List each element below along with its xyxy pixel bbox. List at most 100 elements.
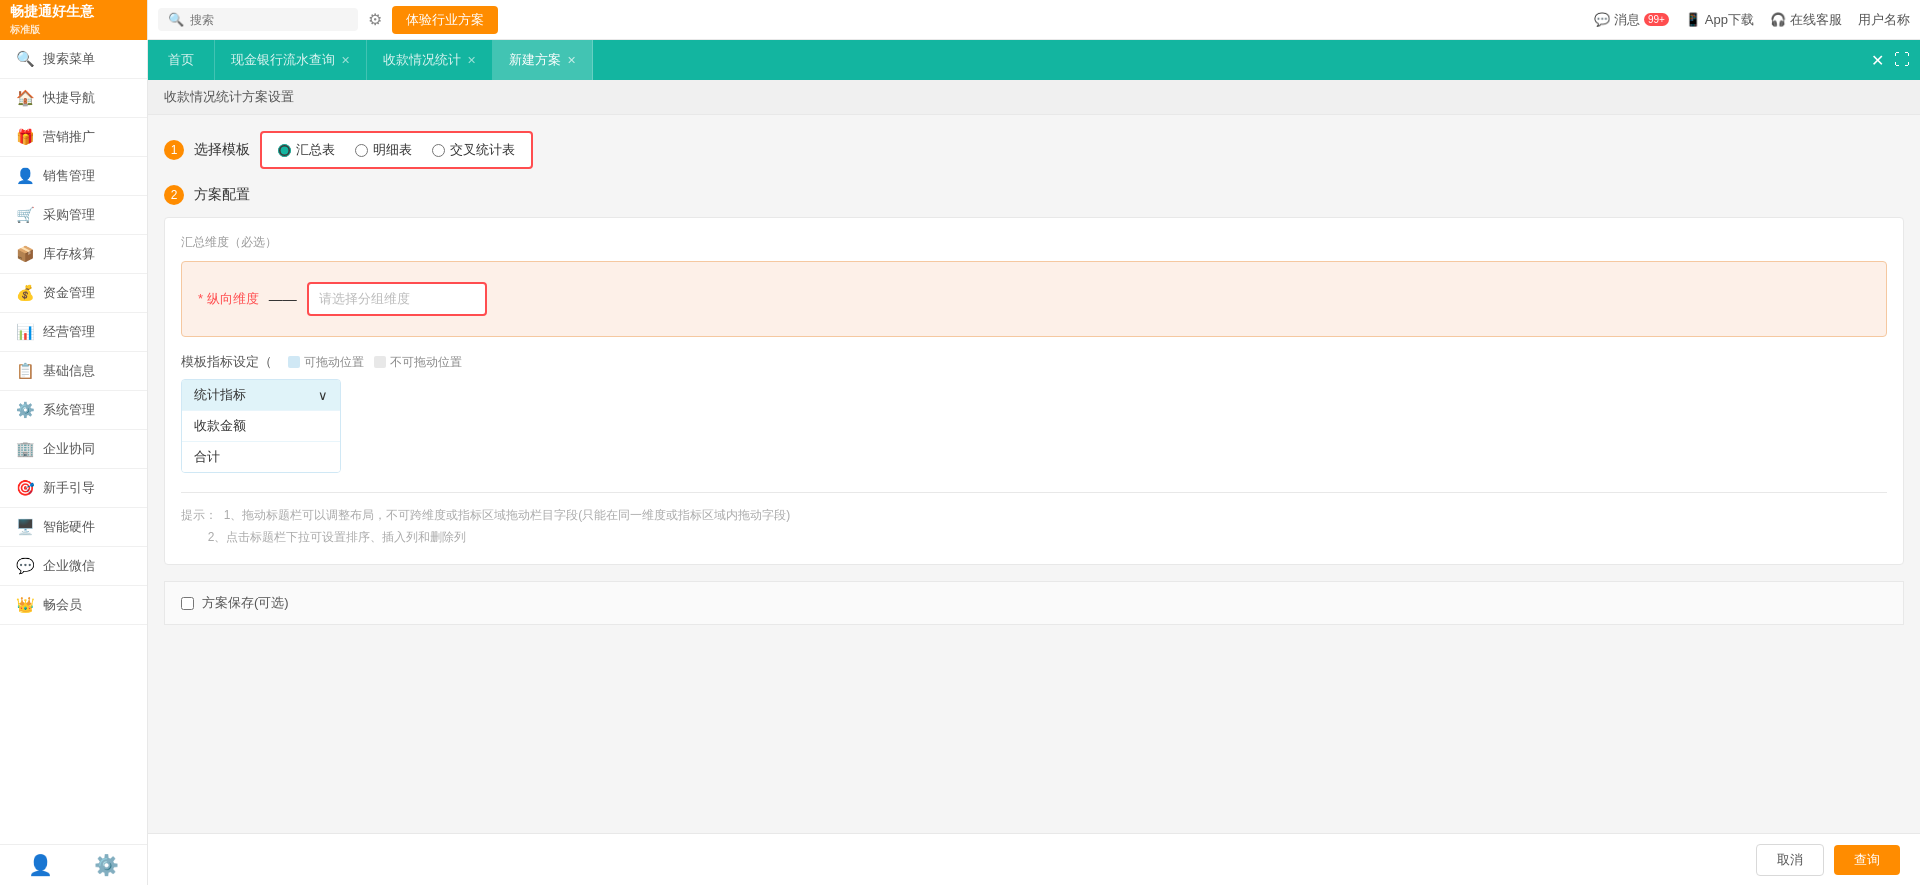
sidebar-item-quick-nav[interactable]: 🏠 快捷导航: [0, 79, 147, 118]
download-button[interactable]: 📱 App下载: [1685, 11, 1754, 29]
radio-summary[interactable]: 汇总表: [278, 141, 335, 159]
tab-cash-bank[interactable]: 现金银行流水查询 ✕: [215, 40, 367, 80]
tab-close-revenue-stats[interactable]: ✕: [467, 54, 476, 67]
sidebar-item-hardware[interactable]: 🖥️智能硬件: [0, 508, 147, 547]
sidebar-item-purchase[interactable]: 🛒采购管理: [0, 196, 147, 235]
metrics-row-0: 收款金额: [182, 410, 340, 441]
sidebar-item-enterprise[interactable]: 🏢 企业协同: [0, 430, 147, 469]
topbar-search-box: 🔍: [158, 8, 358, 31]
plan-save-label: 方案保存(可选): [202, 594, 289, 612]
close-window-icon[interactable]: ✕: [1871, 51, 1884, 70]
sidebar-item-wechat[interactable]: 💬 企业微信: [0, 547, 147, 586]
search-input[interactable]: [190, 13, 330, 27]
radio-detail[interactable]: 明细表: [355, 141, 412, 159]
step1-badge: 1: [164, 140, 184, 160]
download-icon: 📱: [1685, 12, 1701, 27]
sidebar-label-finance: 资金管理: [43, 284, 95, 302]
tab-home[interactable]: 首页: [148, 40, 215, 80]
metrics-legend: 可拖动位置 不可拖动位置: [288, 354, 462, 371]
dimension-select[interactable]: 请选择分组维度: [307, 282, 487, 316]
metrics-row-1: 合计: [182, 441, 340, 472]
tab-label-cash-bank: 现金银行流水查询: [231, 51, 335, 69]
sidebar-icon-search-menu: 🔍: [16, 50, 35, 68]
sidebar-label-inventory: 库存核算: [43, 245, 95, 263]
sidebar-item-member[interactable]: 👑 畅会员: [0, 586, 147, 625]
tabbar-right: ✕ ⛶: [1871, 51, 1920, 70]
sidebar-item-system[interactable]: ⚙️系统管理: [0, 391, 147, 430]
sidebar-icon-marketing: 🎁: [16, 128, 35, 146]
radio-detail-label: 明细表: [373, 141, 412, 159]
radio-summary-label: 汇总表: [296, 141, 335, 159]
sidebar-label-marketing: 营销推广: [43, 128, 95, 146]
sidebar-label-operations: 经营管理: [43, 323, 95, 341]
sidebar-item-sales[interactable]: 👤销售管理: [0, 157, 147, 196]
gear-icon[interactable]: ⚙: [368, 10, 382, 29]
sidebar-icon-quick-nav: 🏠: [16, 89, 35, 107]
sidebar-item-finance[interactable]: 💰资金管理: [0, 274, 147, 313]
sidebar-icon-sales: 👤: [16, 167, 35, 185]
sidebar-label-wechat: 企业微信: [43, 557, 95, 575]
logo-sub: 标准版: [10, 23, 94, 37]
page-title: 收款情况统计方案设置: [148, 80, 1920, 115]
radio-crosstab[interactable]: 交叉统计表: [432, 141, 515, 159]
tips-section: 提示： 1、拖动标题栏可以调整布局，不可跨维度或指标区域拖动栏目字段(只能在同一…: [181, 492, 1887, 548]
radio-summary-input[interactable]: [278, 144, 291, 157]
legend-fixed-label: 不可拖动位置: [390, 354, 462, 371]
metrics-table-header[interactable]: 统计指标 ∨: [182, 380, 340, 410]
sidebar-item-marketing[interactable]: 🎁 营销推广: [0, 118, 147, 157]
dimension-title-text: 汇总维度（必选）: [181, 235, 277, 249]
sidebar-footer-icon1[interactable]: 👤: [28, 853, 53, 877]
sidebar-label-quick-nav: 快捷导航: [43, 89, 95, 107]
sidebar-footer-icon2[interactable]: ⚙️: [94, 853, 119, 877]
tab-close-cash-bank[interactable]: ✕: [341, 54, 350, 67]
logo-text: 畅捷通好生意: [10, 3, 94, 21]
trial-button[interactable]: 体验行业方案: [392, 6, 498, 34]
sidebar-icon-operations: 📊: [16, 323, 35, 341]
tab-revenue-stats[interactable]: 收款情况统计✕: [367, 40, 493, 80]
sidebar-label-system: 系统管理: [43, 401, 95, 419]
radio-detail-input[interactable]: [355, 144, 368, 157]
sidebar-icon-wechat: 💬: [16, 557, 35, 575]
download-label: App下载: [1705, 11, 1754, 29]
message-icon: 💬: [1594, 12, 1610, 27]
sidebar-footer: 👤 ⚙️: [0, 844, 147, 885]
service-button[interactable]: 🎧 在线客服: [1770, 11, 1842, 29]
plan-save-checkbox[interactable]: [181, 597, 194, 610]
sidebar-item-search-menu[interactable]: 🔍搜索菜单: [0, 40, 147, 79]
metrics-title: 模板指标设定（: [181, 353, 272, 371]
step1-section: 1 选择模板 汇总表 明细表 交叉统计表: [164, 131, 1904, 169]
step1-title: 选择模板: [194, 141, 250, 159]
arrow-icon: ——: [269, 291, 297, 307]
sidebar-icon-enterprise: 🏢: [16, 440, 35, 458]
tab-close-new-plan[interactable]: ✕: [567, 54, 576, 67]
sidebar-icon-hardware: 🖥️: [16, 518, 35, 536]
sidebar-item-operations[interactable]: 📊 经营管理: [0, 313, 147, 352]
legend-fixed: 不可拖动位置: [374, 354, 462, 371]
sidebar-icon-member: 👑: [16, 596, 35, 614]
cancel-button[interactable]: 取消: [1756, 844, 1824, 876]
plan-config: 汇总维度（必选） * 纵向维度 —— 请选择分组维度: [164, 217, 1904, 565]
metrics-table-title: 统计指标: [194, 386, 246, 404]
sidebar-icon-basic-info: 📋: [16, 362, 35, 380]
query-button[interactable]: 查询: [1834, 845, 1900, 875]
sidebar-icon-inventory: 📦: [16, 245, 35, 263]
sidebar-label-basic-info: 基础信息: [43, 362, 95, 380]
radio-crosstab-input[interactable]: [432, 144, 445, 157]
maximize-icon[interactable]: ⛶: [1894, 51, 1910, 69]
bottombar: 取消 查询: [148, 833, 1920, 885]
plan-save-section: 方案保存(可选): [164, 581, 1904, 625]
topbar: 🔍 ⚙ 体验行业方案 💬 消息 99+ 📱 App下载 🎧 在线客服 用户名称: [148, 0, 1920, 40]
sidebar-icon-guide: 🎯: [16, 479, 35, 497]
legend-fixed-dot: [374, 356, 386, 368]
sidebar-item-inventory[interactable]: 📦 库存核算: [0, 235, 147, 274]
sidebar-item-basic-info[interactable]: 📋 基础信息: [0, 352, 147, 391]
sidebar-label-member: 畅会员: [43, 596, 82, 614]
user-name[interactable]: 用户名称: [1858, 11, 1910, 29]
sidebar-item-guide[interactable]: 🎯新手引导: [0, 469, 147, 508]
message-button[interactable]: 💬 消息 99+: [1594, 11, 1669, 29]
dimension-placeholder: 请选择分组维度: [319, 291, 410, 306]
metrics-table: 统计指标 ∨ 收款金额合计: [181, 379, 341, 473]
sidebar-label-enterprise: 企业协同: [43, 440, 95, 458]
tab-new-plan[interactable]: 新建方案✕: [493, 40, 593, 80]
sidebar-icon-purchase: 🛒: [16, 206, 35, 224]
